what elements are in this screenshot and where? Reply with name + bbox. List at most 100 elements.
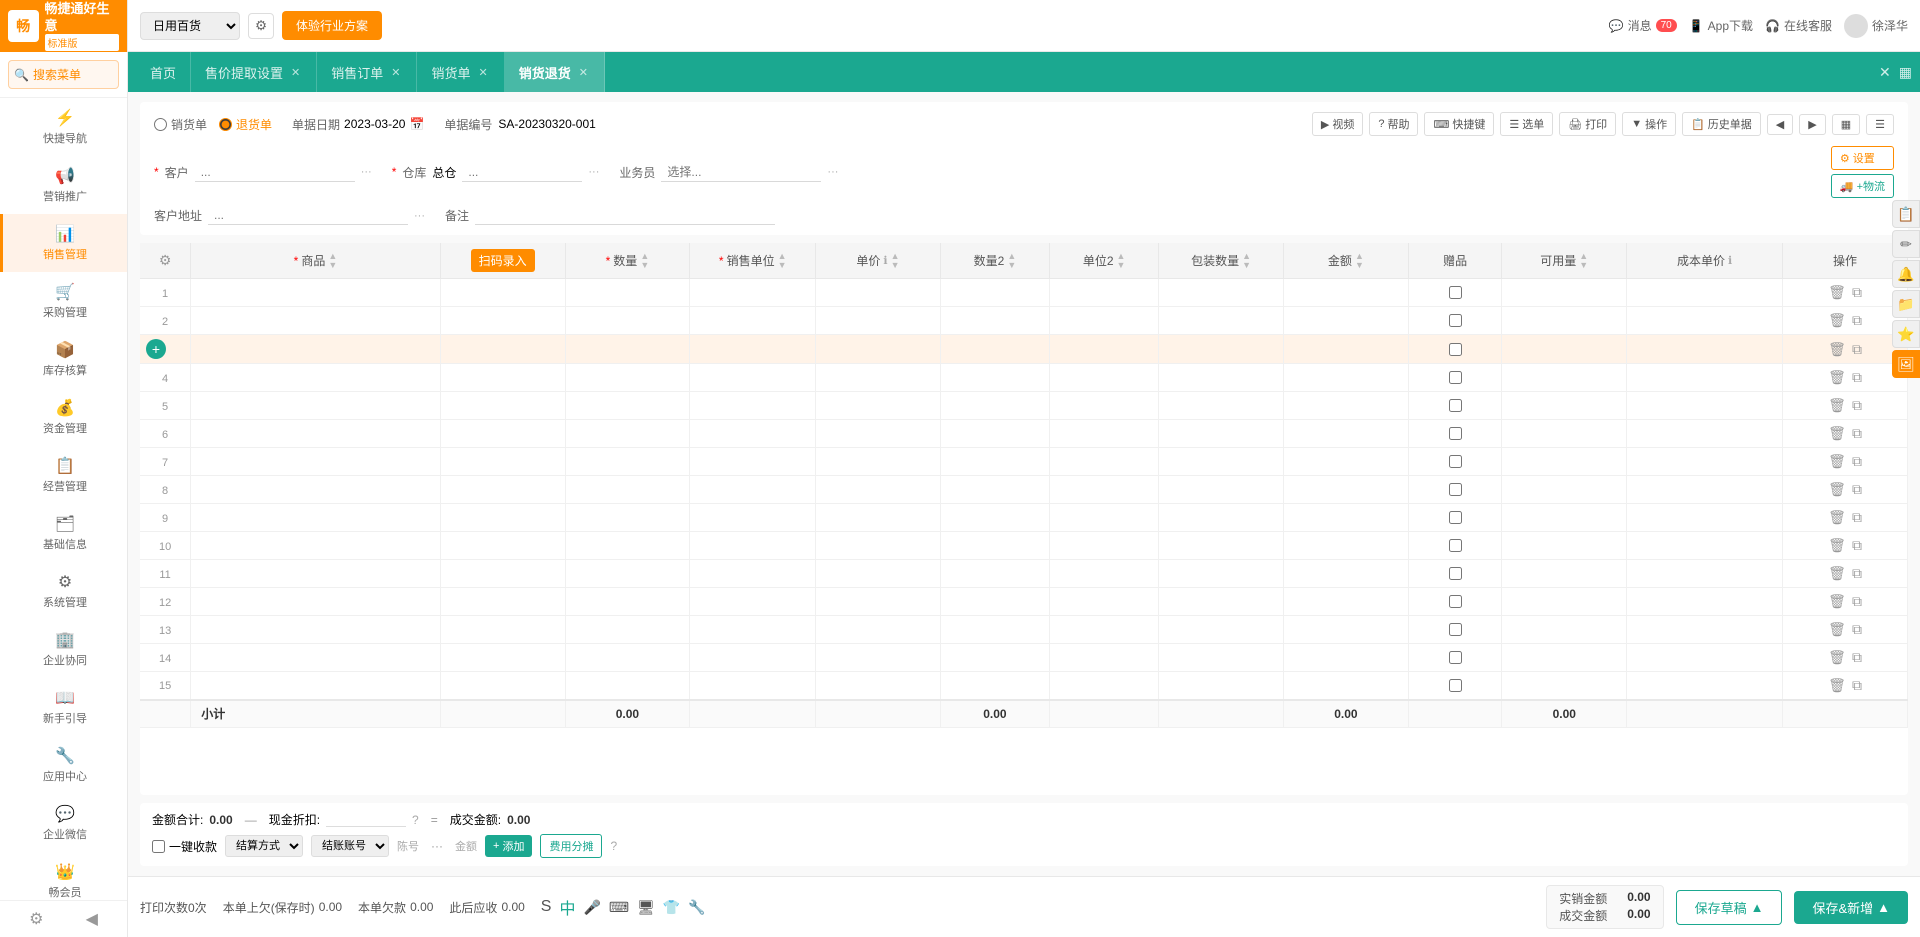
sidebar-item-member[interactable]: 👑 畅会员 [0,852,127,900]
salesperson-more-icon[interactable]: ··· [827,166,838,178]
gift-checkbox[interactable] [1449,427,1462,440]
right-side-btn-5[interactable]: ⭐ [1892,320,1920,348]
delete-row-btn[interactable]: 🗑 [1828,677,1846,694]
sidebar-item-finance[interactable]: 💰 资金管理 [0,388,127,446]
product-cell[interactable] [191,279,441,307]
cost-info-icon[interactable]: ℹ [1728,254,1732,267]
copy-row-btn[interactable]: ⧉ [1852,453,1862,470]
customer-input[interactable] [195,163,355,182]
operation-btn[interactable]: ▼ 操作 [1622,112,1676,136]
app-download-button[interactable]: 📱 App下载 [1689,17,1753,34]
tab-sales-order[interactable]: 销售订单 ✕ [317,52,417,92]
video-btn[interactable]: ▶ 视频 [1312,112,1363,136]
sidebar-item-basic[interactable]: 🗂 基础信息 [0,504,127,562]
copy-row-btn[interactable]: ⧉ [1852,565,1862,582]
sidebar-item-weixin[interactable]: 💬 企业微信 [0,794,127,852]
sidebar-item-operations[interactable]: 📋 经营管理 [0,446,127,504]
gift-checkbox[interactable] [1449,286,1462,299]
user-profile[interactable]: 徐泽华 [1844,14,1908,38]
gift-checkbox[interactable] [1449,679,1462,692]
add-btn[interactable]: + 添加 [485,835,532,857]
delete-row-btn[interactable]: 🗑 [1828,453,1846,470]
col-unit2-sort[interactable]: ▲▼ [1117,252,1126,270]
tab-sales-return-close[interactable]: ✕ [577,66,590,79]
copy-row-btn[interactable]: ⧉ [1852,509,1862,526]
grid-view-btn[interactable]: ▦ [1832,114,1860,135]
tab-home[interactable]: 首页 [136,52,191,92]
history-btn[interactable]: 📋 历史单据 [1682,112,1761,136]
sidebar-item-sales[interactable]: 📊 销售管理 [0,214,127,272]
col-product-sort[interactable]: ▲▼ [328,252,337,270]
gift-checkbox[interactable] [1449,314,1462,327]
right-side-btn-1[interactable]: 📋 [1892,200,1920,228]
message-button[interactable]: 💬 消息 70 [1609,17,1677,34]
gift-checkbox[interactable] [1449,483,1462,496]
sidebar-item-enterprise[interactable]: 🏢 企业协同 [0,620,127,678]
help-btn[interactable]: ? 帮助 [1369,112,1418,136]
address-more-icon[interactable]: ··· [414,210,425,222]
tab-sales-return[interactable]: 销货退货 ✕ [505,52,605,92]
gift-checkbox[interactable] [1449,371,1462,384]
copy-row-btn[interactable]: ⧉ [1852,481,1862,498]
delete-row-btn[interactable]: 🗑 [1828,369,1846,386]
fee-help-icon[interactable]: ? [610,839,617,853]
sale-radio[interactable]: 销货单 [154,116,207,133]
delete-row-btn[interactable]: 🗑 [1828,341,1846,358]
settlement-select[interactable]: 结算方式 [225,835,303,857]
gift-checkbox[interactable] [1449,455,1462,468]
print-btn[interactable]: 🖨 打印 [1559,112,1616,136]
right-side-btn-3[interactable]: 🔔 [1892,260,1920,288]
sidebar-item-guide[interactable]: 📖 新手引导 [0,678,127,736]
experience-button[interactable]: 体验行业方案 [282,11,382,40]
price-info-icon[interactable]: ℹ [883,254,887,267]
shortcut-btn[interactable]: ⌨ 快捷键 [1424,112,1494,136]
bank-select[interactable]: 结账账号 [311,835,389,857]
tab-price-setting-close[interactable]: ✕ [289,66,302,79]
gift-checkbox[interactable] [1449,399,1462,412]
col-pack-sort[interactable]: ▲▼ [1242,252,1251,270]
right-side-btn-4[interactable]: 📁 [1892,290,1920,318]
customer-more-icon[interactable]: ··· [361,166,372,178]
col-sales-unit-sort[interactable]: ▲▼ [778,252,787,270]
delete-row-btn[interactable]: 🗑 [1828,425,1846,442]
right-side-btn-2[interactable]: ✏ [1892,230,1920,258]
select-btn[interactable]: ☰ 选单 [1500,112,1553,136]
col-price-sort[interactable]: ▲▼ [891,252,900,270]
return-radio[interactable]: 退货单 [219,116,272,133]
gift-checkbox[interactable] [1449,623,1462,636]
gift-checkbox[interactable] [1449,343,1462,356]
tab-sales-order-close[interactable]: ✕ [389,66,402,79]
gift-checkbox[interactable] [1449,539,1462,552]
warehouse-input[interactable] [462,163,582,182]
address-input[interactable] [208,206,408,225]
right-side-btn-6[interactable]: 🖼 [1892,350,1920,378]
tab-menu-button[interactable]: ▦ [1899,64,1912,81]
delete-row-btn[interactable]: 🗑 [1828,537,1846,554]
sidebar-collapse-button[interactable]: ◀ [86,909,98,929]
delete-row-btn[interactable]: 🗑 [1828,565,1846,582]
copy-row-btn[interactable]: ⧉ [1852,341,1862,358]
salesperson-input[interactable] [661,163,821,182]
copy-row-btn[interactable]: ⧉ [1852,649,1862,666]
col-available-sort[interactable]: ▲▼ [1579,252,1588,270]
copy-row-btn[interactable]: ⧉ [1852,312,1862,329]
sidebar-item-marketing[interactable]: 📢 营销推广 [0,156,127,214]
topbar-gear-button[interactable]: ⚙ [248,13,274,39]
delete-row-btn[interactable]: 🗑 [1828,649,1846,666]
calendar-icon[interactable]: 📅 [409,117,424,131]
delete-row-btn[interactable]: 🗑 [1828,593,1846,610]
sidebar-item-system[interactable]: ⚙ 系统管理 [0,562,127,620]
delete-row-btn[interactable]: 🗑 [1828,481,1846,498]
copy-row-btn[interactable]: ⧉ [1852,677,1862,694]
copy-row-btn[interactable]: ⧉ [1852,425,1862,442]
col-amount-sort[interactable]: ▲▼ [1355,252,1364,270]
delete-row-btn[interactable]: 🗑 [1828,397,1846,414]
copy-row-btn[interactable]: ⧉ [1852,397,1862,414]
one-click-payment[interactable]: 一键收款 [152,838,217,855]
logistics-btn[interactable]: 🚚 +物流 [1831,174,1894,198]
save-draft-button[interactable]: 保存草稿 ▲ [1676,890,1783,925]
save-new-button[interactable]: 保存&新增 ▲ [1794,891,1908,924]
settings-action-btn[interactable]: ⚙ 设置 [1831,146,1894,170]
sidebar-item-quick-nav[interactable]: ⚡ 快捷导航 [0,98,127,156]
one-click-checkbox[interactable] [152,840,165,853]
